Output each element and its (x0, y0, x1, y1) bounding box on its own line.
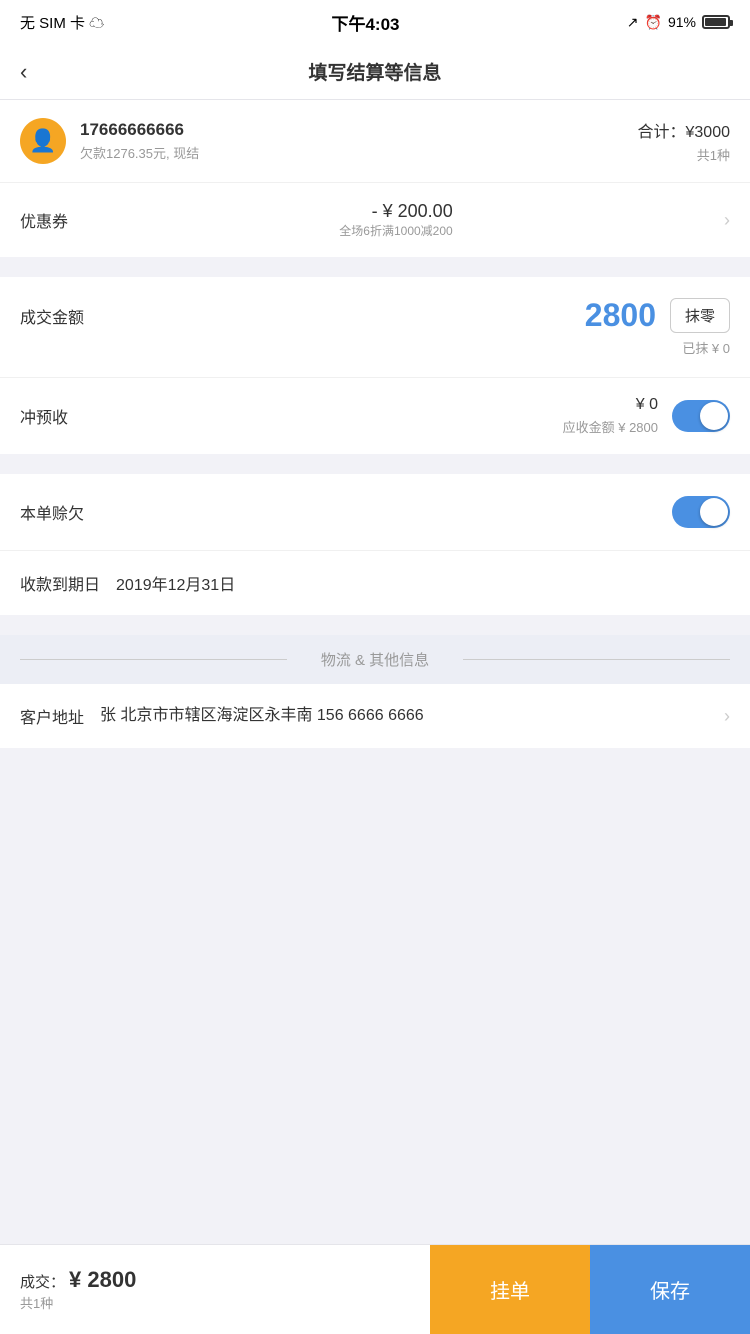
battery-icon (702, 15, 730, 29)
amount-row: 成交金额 2800 抹零 (20, 297, 730, 334)
debt-row: 本单赊欠 (0, 474, 750, 550)
debt-toggle-knob (700, 498, 728, 526)
coupon-value: - ¥ 200.00 (339, 201, 452, 222)
amount-row-wrapper: 成交金额 2800 抹零 已抹 ¥ 0 (0, 277, 750, 377)
amount-value: 2800 (585, 297, 656, 334)
customer-row: 👤 17666666666 欠款1276.35元, 现结 合计：¥3000 共1… (0, 100, 750, 182)
avatar: 👤 (20, 118, 66, 164)
customer-section: 👤 17666666666 欠款1276.35元, 现结 合计：¥3000 共1… (0, 100, 750, 257)
debt-label: 本单赊欠 (20, 500, 84, 524)
bottom-padding (0, 908, 750, 998)
prepay-right: ¥ 0 应收金额 ¥ 2800 (563, 396, 730, 436)
coupon-chevron-icon: › (724, 210, 730, 231)
due-date-row: 收款到期日 2019年12月31日 (0, 550, 750, 615)
status-bar: 无 SIM 卡 ☁ 下午4:03 ↗ ⏰ 91% (0, 0, 750, 44)
amount-sub: 已抹 ¥ 0 (20, 338, 730, 357)
location-icon: ↗ (627, 14, 639, 31)
prepay-toggle[interactable] (672, 400, 730, 432)
battery-percent: 91% (668, 14, 696, 30)
clock-icon: ⏰ (645, 14, 662, 31)
total-count: 共1种 (638, 145, 731, 164)
nav-bar: ‹ 填写结算等信息 (0, 44, 750, 100)
address-label: 客户地址 (20, 704, 90, 728)
hang-button[interactable]: 挂单 (430, 1245, 590, 1334)
customer-info: 17666666666 欠款1276.35元, 现结 (80, 120, 199, 162)
coupon-right: - ¥ 200.00 全场6折满1000减200 (339, 201, 452, 239)
address-row[interactable]: 客户地址 张 北京市市辖区海淀区永丰南 156 6666 6666 › (0, 684, 750, 748)
logistics-divider: 物流 & 其他信息 (0, 635, 750, 684)
bottom-count: 共1种 (20, 1293, 410, 1312)
status-left: 无 SIM 卡 ☁ (20, 12, 104, 33)
round-button[interactable]: 抹零 (670, 298, 730, 333)
gray-divider-1 (0, 267, 750, 277)
customer-left: 👤 17666666666 欠款1276.35元, 现结 (20, 118, 199, 164)
bottom-total-amount: ¥ 2800 (69, 1267, 136, 1293)
address-chevron-icon: › (724, 704, 730, 727)
customer-phone: 17666666666 (80, 120, 199, 140)
avatar-icon: 👤 (29, 128, 56, 154)
due-date-value: 2019年12月31日 (116, 571, 235, 595)
bottom-total-row: 成交： ¥ 2800 (20, 1267, 410, 1293)
bottom-summary: 成交： ¥ 2800 共1种 (0, 1245, 430, 1334)
status-time: 下午4:03 (331, 10, 399, 35)
debt-section: 本单赊欠 收款到期日 2019年12月31日 (0, 474, 750, 615)
gray-fill (0, 748, 750, 908)
back-button[interactable]: ‹ (20, 59, 27, 85)
gray-divider-2 (0, 464, 750, 474)
save-button[interactable]: 保存 (590, 1245, 750, 1334)
toggle-knob (700, 402, 728, 430)
sim-status: 无 SIM 卡 ☁ (20, 12, 104, 33)
debt-toggle[interactable] (672, 496, 730, 528)
bottom-total-label: 成交： (20, 1271, 65, 1292)
logistics-line-left (20, 659, 287, 660)
customer-right: 合计：¥3000 共1种 (638, 118, 731, 164)
prepay-sub: 应收金额 ¥ 2800 (563, 417, 658, 436)
logistics-line-right (463, 659, 730, 660)
bottom-bar: 成交： ¥ 2800 共1种 挂单 保存 (0, 1244, 750, 1334)
status-right: ↗ ⏰ 91% (627, 14, 730, 31)
prepay-row: 冲预收 ¥ 0 应收金额 ¥ 2800 (0, 377, 750, 454)
amount-section: 成交金额 2800 抹零 已抹 ¥ 0 冲预收 ¥ 0 应收金额 ¥ 2800 (0, 277, 750, 454)
address-value: 张 北京市市辖区海淀区永丰南 156 6666 6666 (100, 704, 714, 728)
logistics-title: 物流 & 其他信息 (321, 649, 429, 670)
prepay-value-block: ¥ 0 应收金额 ¥ 2800 (563, 396, 658, 436)
amount-right: 2800 抹零 (585, 297, 730, 334)
coupon-label: 优惠券 (20, 208, 68, 232)
page-title: 填写结算等信息 (308, 58, 441, 85)
prepay-amount: ¥ 0 (563, 396, 658, 414)
coupon-row[interactable]: 优惠券 - ¥ 200.00 全场6折满1000减200 › (0, 182, 750, 257)
prepay-label: 冲预收 (20, 404, 68, 428)
gray-divider-3 (0, 625, 750, 635)
coupon-desc: 全场6折满1000减200 (339, 222, 452, 239)
due-date-label: 收款到期日 (20, 571, 100, 595)
customer-sub: 欠款1276.35元, 现结 (80, 143, 199, 162)
total-amount: 合计：¥3000 (638, 118, 731, 142)
amount-label: 成交金额 (20, 304, 84, 328)
